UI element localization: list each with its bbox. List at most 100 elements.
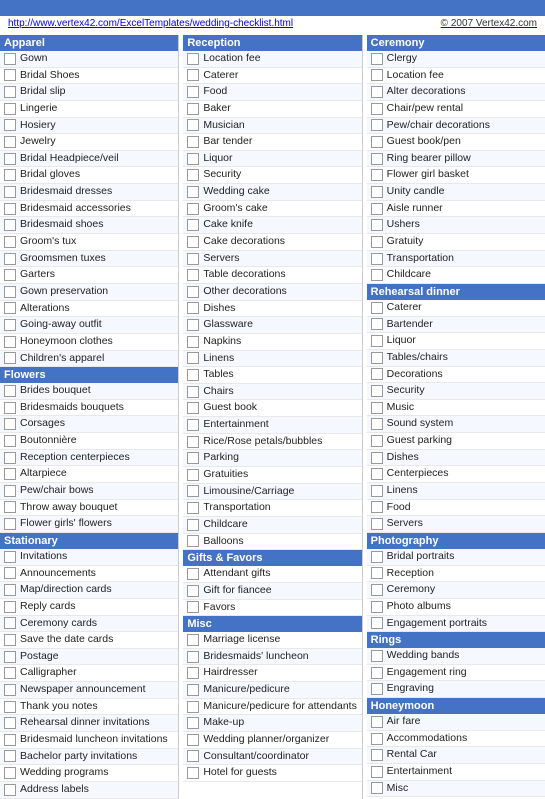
item-checkbox[interactable] <box>187 169 199 181</box>
item-checkbox[interactable] <box>371 766 383 778</box>
item-checkbox[interactable] <box>187 69 199 81</box>
item-checkbox[interactable] <box>187 119 199 131</box>
item-checkbox[interactable] <box>371 69 383 81</box>
item-checkbox[interactable] <box>187 302 199 314</box>
item-checkbox[interactable] <box>371 617 383 629</box>
item-checkbox[interactable] <box>371 385 383 397</box>
item-checkbox[interactable] <box>187 535 199 547</box>
item-checkbox[interactable] <box>4 418 16 430</box>
item-checkbox[interactable] <box>187 269 199 281</box>
item-checkbox[interactable] <box>187 136 199 148</box>
item-checkbox[interactable] <box>371 302 383 314</box>
item-checkbox[interactable] <box>371 169 383 181</box>
item-checkbox[interactable] <box>371 269 383 281</box>
item-checkbox[interactable] <box>187 402 199 414</box>
item-checkbox[interactable] <box>4 518 16 530</box>
item-checkbox[interactable] <box>187 386 199 398</box>
item-checkbox[interactable] <box>4 269 16 281</box>
item-checkbox[interactable] <box>4 169 16 181</box>
item-checkbox[interactable] <box>4 319 16 331</box>
item-checkbox[interactable] <box>4 352 16 364</box>
item-checkbox[interactable] <box>187 53 199 65</box>
item-checkbox[interactable] <box>4 236 16 248</box>
item-checkbox[interactable] <box>371 103 383 115</box>
item-checkbox[interactable] <box>4 634 16 646</box>
item-checkbox[interactable] <box>371 236 383 248</box>
item-checkbox[interactable] <box>4 617 16 629</box>
item-checkbox[interactable] <box>371 136 383 148</box>
item-checkbox[interactable] <box>187 684 199 696</box>
item-checkbox[interactable] <box>187 236 199 248</box>
item-checkbox[interactable] <box>187 585 199 597</box>
item-checkbox[interactable] <box>4 136 16 148</box>
item-checkbox[interactable] <box>187 717 199 729</box>
item-checkbox[interactable] <box>187 634 199 646</box>
item-checkbox[interactable] <box>187 153 199 165</box>
item-checkbox[interactable] <box>187 485 199 497</box>
item-checkbox[interactable] <box>4 767 16 779</box>
item-checkbox[interactable] <box>4 651 16 663</box>
item-checkbox[interactable] <box>371 468 383 480</box>
item-checkbox[interactable] <box>4 302 16 314</box>
item-checkbox[interactable] <box>371 584 383 596</box>
item-checkbox[interactable] <box>371 119 383 131</box>
item-checkbox[interactable] <box>187 419 199 431</box>
item-checkbox[interactable] <box>187 352 199 364</box>
item-checkbox[interactable] <box>187 469 199 481</box>
item-checkbox[interactable] <box>371 485 383 497</box>
item-checkbox[interactable] <box>4 103 16 115</box>
item-checkbox[interactable] <box>371 352 383 364</box>
item-checkbox[interactable] <box>371 153 383 165</box>
item-checkbox[interactable] <box>371 667 383 679</box>
item-checkbox[interactable] <box>187 502 199 514</box>
item-checkbox[interactable] <box>187 734 199 746</box>
item-checkbox[interactable] <box>4 86 16 98</box>
item-checkbox[interactable] <box>187 601 199 613</box>
item-checkbox[interactable] <box>4 286 16 298</box>
item-checkbox[interactable] <box>371 418 383 430</box>
item-checkbox[interactable] <box>371 203 383 215</box>
item-checkbox[interactable] <box>187 452 199 464</box>
item-checkbox[interactable] <box>187 436 199 448</box>
item-checkbox[interactable] <box>4 402 16 414</box>
item-checkbox[interactable] <box>371 518 383 530</box>
item-checkbox[interactable] <box>4 253 16 265</box>
item-checkbox[interactable] <box>4 452 16 464</box>
item-checkbox[interactable] <box>4 186 16 198</box>
item-checkbox[interactable] <box>371 650 383 662</box>
item-checkbox[interactable] <box>4 153 16 165</box>
item-checkbox[interactable] <box>187 203 199 215</box>
item-checkbox[interactable] <box>371 567 383 579</box>
item-checkbox[interactable] <box>371 749 383 761</box>
item-checkbox[interactable] <box>4 385 16 397</box>
item-checkbox[interactable] <box>187 336 199 348</box>
item-checkbox[interactable] <box>4 734 16 746</box>
item-checkbox[interactable] <box>4 667 16 679</box>
item-checkbox[interactable] <box>4 750 16 762</box>
item-checkbox[interactable] <box>4 501 16 513</box>
item-checkbox[interactable] <box>371 452 383 464</box>
item-checkbox[interactable] <box>187 253 199 265</box>
item-checkbox[interactable] <box>371 716 383 728</box>
item-checkbox[interactable] <box>4 567 16 579</box>
item-checkbox[interactable] <box>371 253 383 265</box>
item-checkbox[interactable] <box>4 584 16 596</box>
item-checkbox[interactable] <box>187 750 199 762</box>
item-checkbox[interactable] <box>4 219 16 231</box>
item-checkbox[interactable] <box>4 69 16 81</box>
item-checkbox[interactable] <box>187 286 199 298</box>
item-checkbox[interactable] <box>187 369 199 381</box>
item-checkbox[interactable] <box>187 701 199 713</box>
item-checkbox[interactable] <box>187 219 199 231</box>
item-checkbox[interactable] <box>371 368 383 380</box>
item-checkbox[interactable] <box>371 782 383 794</box>
website-link[interactable]: http://www.vertex42.com/ExcelTemplates/w… <box>8 18 293 29</box>
item-checkbox[interactable] <box>371 86 383 98</box>
item-checkbox[interactable] <box>371 53 383 65</box>
item-checkbox[interactable] <box>4 203 16 215</box>
item-checkbox[interactable] <box>371 551 383 563</box>
item-checkbox[interactable] <box>4 684 16 696</box>
item-checkbox[interactable] <box>371 501 383 513</box>
item-checkbox[interactable] <box>187 186 199 198</box>
item-checkbox[interactable] <box>187 767 199 779</box>
